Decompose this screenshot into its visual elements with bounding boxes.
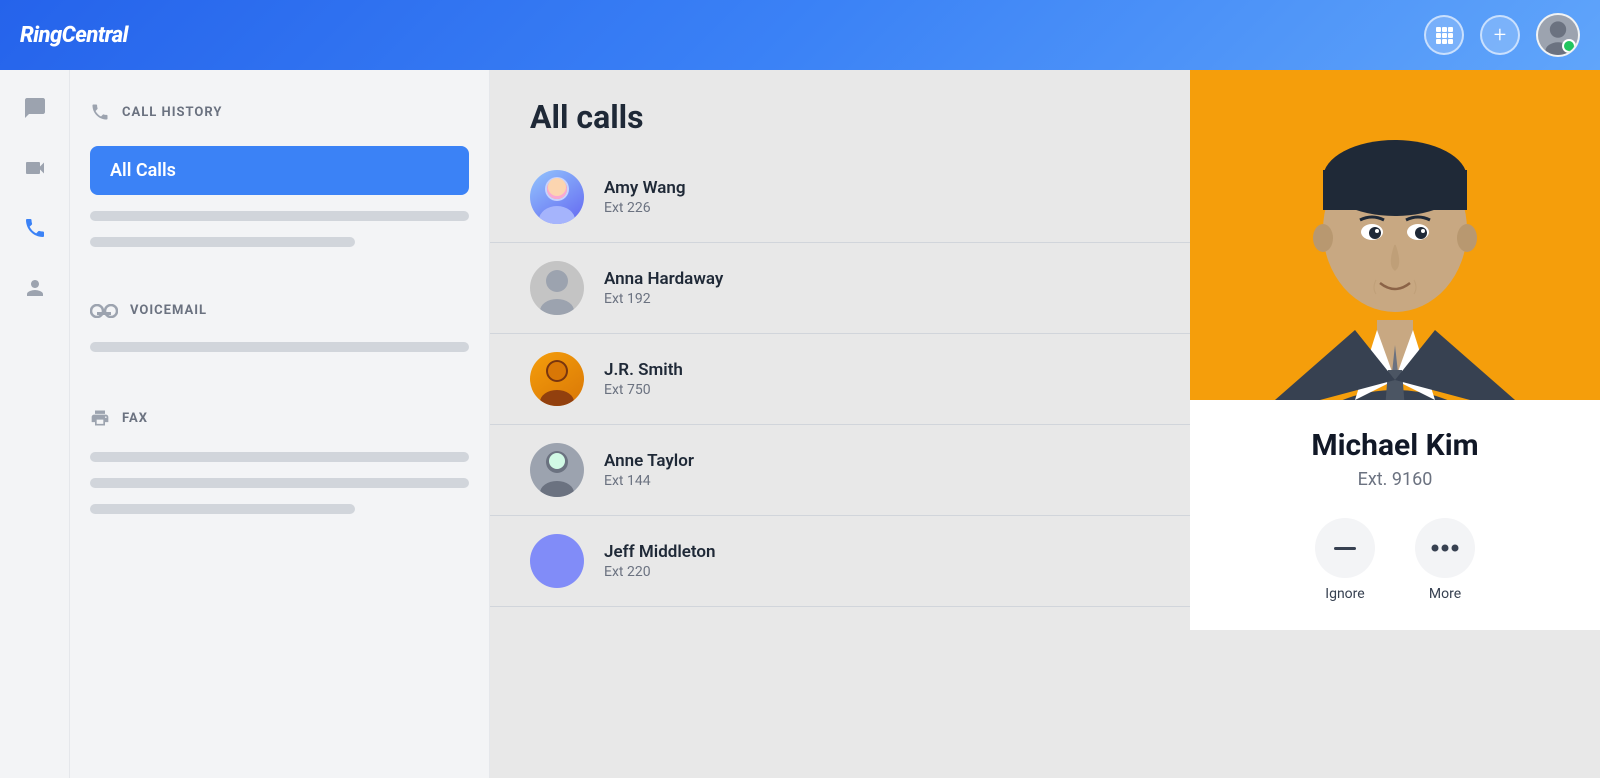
- voicemail-header: VOICEMAIL: [90, 295, 469, 326]
- placeholder-6: [90, 504, 355, 514]
- fax-header: FAX: [90, 400, 469, 436]
- all-calls-nav[interactable]: All Calls: [90, 146, 469, 195]
- michael-kim-portrait: [1190, 70, 1600, 400]
- plus-icon: +: [1494, 23, 1506, 48]
- popup-photo: [1190, 70, 1600, 400]
- video-icon[interactable]: [17, 150, 53, 186]
- popup-contact-ext: Ext. 9160: [1358, 469, 1433, 490]
- placeholder-5: [90, 478, 469, 488]
- ignore-icon: [1315, 518, 1375, 578]
- avatar-jeff-middleton: [530, 534, 584, 588]
- placeholder-4: [90, 452, 469, 462]
- app-logo: RingCentral: [20, 23, 128, 48]
- popup-card: Michael Kim Ext. 9160 Ignore: [1190, 400, 1600, 630]
- contact-popup: Michael Kim Ext. 9160 Ignore: [1190, 70, 1600, 778]
- icon-sidebar: [0, 70, 70, 778]
- popup-contact-name: Michael Kim: [1311, 428, 1478, 463]
- placeholder-2: [90, 237, 355, 247]
- phone-icon[interactable]: [17, 210, 53, 246]
- header-actions: +: [1424, 13, 1580, 57]
- more-label: More: [1429, 586, 1461, 602]
- fax-icon: [90, 408, 110, 428]
- ignore-label: Ignore: [1325, 586, 1364, 602]
- phone-small-icon: [90, 102, 110, 122]
- user-avatar[interactable]: [1536, 13, 1580, 57]
- popup-actions: Ignore More: [1315, 518, 1475, 602]
- call-history-header: CALL HISTORY: [90, 94, 469, 130]
- contacts-icon[interactable]: [17, 270, 53, 306]
- voicemail-icon: [90, 304, 118, 318]
- more-button[interactable]: More: [1415, 518, 1475, 602]
- more-icon: [1415, 518, 1475, 578]
- app-header: RingCentral +: [0, 0, 1600, 70]
- avatar-jr-smith: [530, 352, 584, 406]
- avatar-anna-hardaway: [530, 261, 584, 315]
- chat-icon[interactable]: [17, 90, 53, 126]
- left-panel: CALL HISTORY All Calls VOICEMAIL FAX: [70, 70, 490, 778]
- add-button[interactable]: +: [1480, 15, 1520, 55]
- placeholder-3: [90, 342, 469, 352]
- call-history-title: CALL HISTORY: [122, 105, 222, 120]
- grid-icon-button[interactable]: [1424, 15, 1464, 55]
- avatar-amy-wang: [530, 170, 584, 224]
- avatar-anne-taylor: [530, 443, 584, 497]
- main-content: All calls Amy Wang: [490, 70, 1600, 778]
- main-layout: CALL HISTORY All Calls VOICEMAIL FAX: [0, 70, 1600, 778]
- ignore-button[interactable]: Ignore: [1315, 518, 1375, 602]
- placeholder-1: [90, 211, 469, 221]
- voicemail-title: VOICEMAIL: [130, 303, 207, 318]
- fax-title: FAX: [122, 411, 148, 426]
